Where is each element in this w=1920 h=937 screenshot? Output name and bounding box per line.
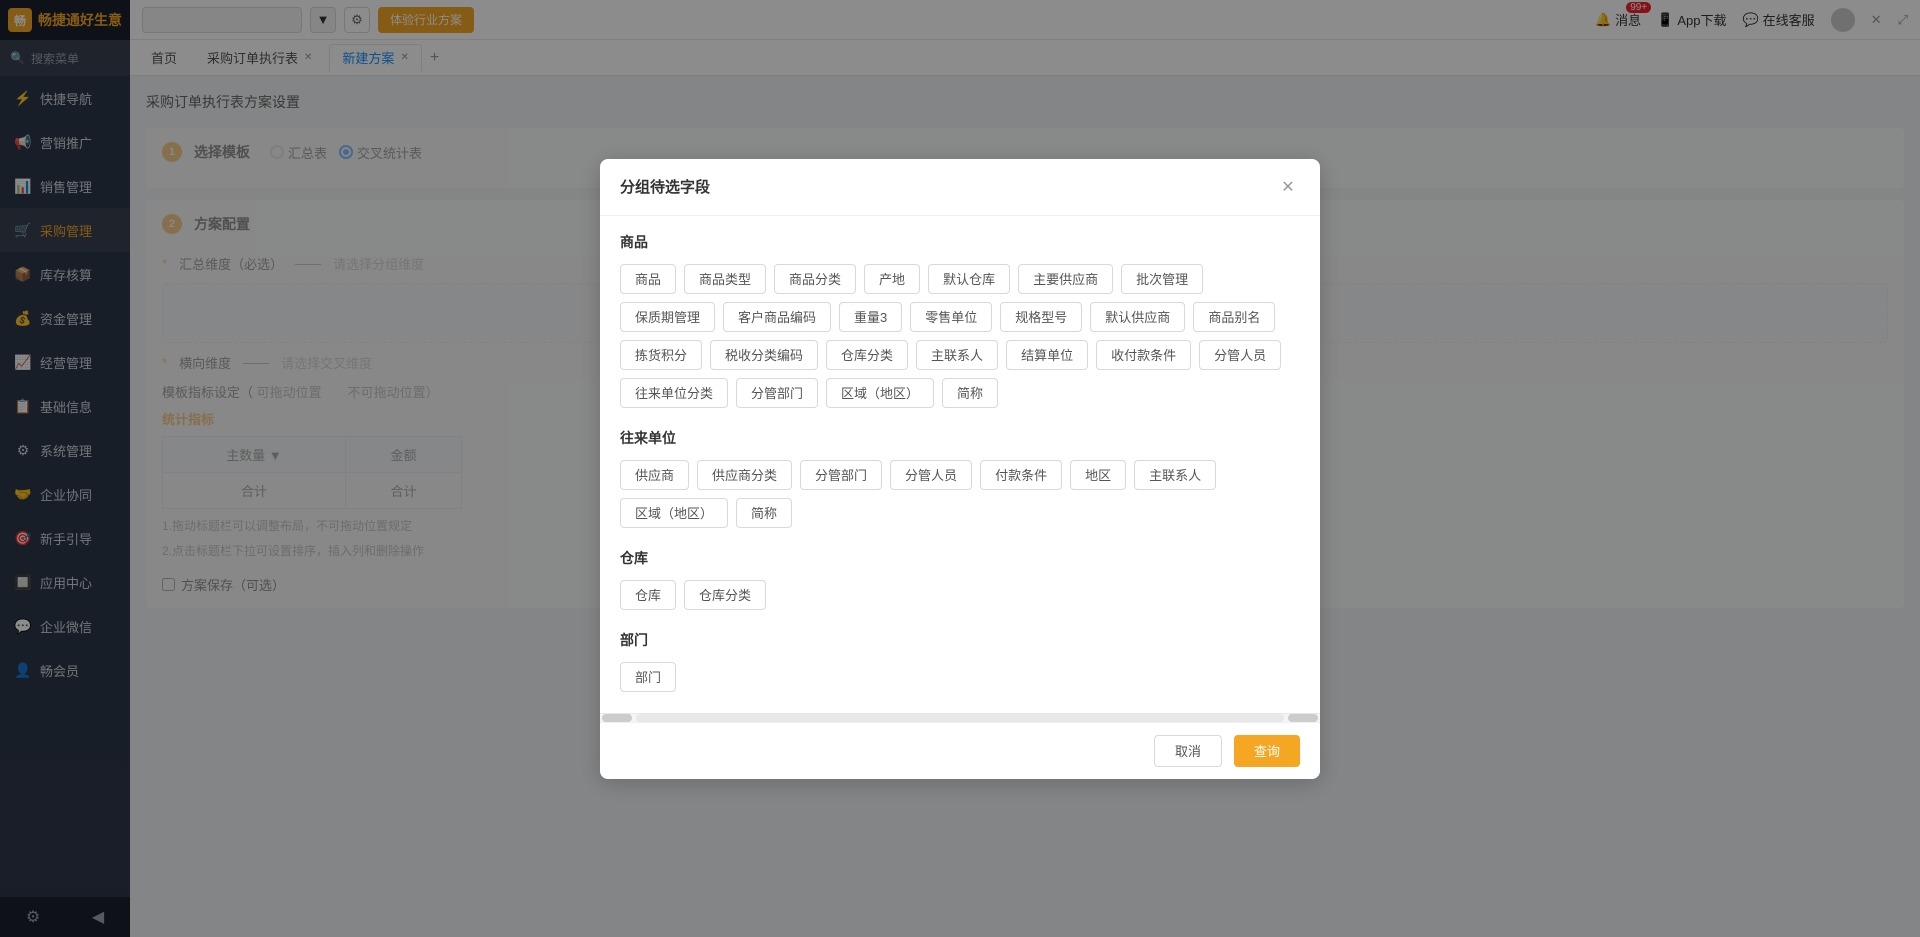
field-tag[interactable]: 区域（地区） (620, 498, 728, 528)
field-tag[interactable]: 往来单位分类 (620, 378, 728, 408)
modal-close-btn[interactable]: ✕ (1276, 175, 1300, 199)
field-tag[interactable]: 商品别名 (1193, 302, 1275, 332)
cancel-button[interactable]: 取消 (1154, 735, 1222, 767)
hscroll-track (636, 714, 1284, 722)
field-tag[interactable]: 重量3 (839, 302, 902, 332)
field-tag[interactable]: 供应商 (620, 460, 689, 490)
modal-footer: 取消 查询 (600, 722, 1320, 779)
section-goods-title: 商品 (620, 232, 1300, 252)
field-tag[interactable]: 仓库 (620, 580, 676, 610)
field-tag[interactable]: 规格型号 (1000, 302, 1082, 332)
section-department: 部门 部门 (620, 630, 1300, 692)
field-tag[interactable]: 产地 (864, 264, 920, 294)
field-tag[interactable]: 收付款条件 (1096, 340, 1191, 370)
modal-body[interactable]: 商品 商品 商品类型 商品分类 产地 默认仓库 主要供应商 批次管理 保质期管理… (600, 216, 1320, 713)
hscroll-left-indicator (602, 714, 632, 722)
section-department-tags: 部门 (620, 662, 1300, 692)
field-tag[interactable]: 简称 (736, 498, 792, 528)
field-tag[interactable]: 简称 (942, 378, 998, 408)
field-tag[interactable]: 分管人员 (890, 460, 972, 490)
field-tag[interactable]: 主联系人 (1134, 460, 1216, 490)
field-tag[interactable]: 默认供应商 (1090, 302, 1185, 332)
field-tag[interactable]: 默认仓库 (928, 264, 1010, 294)
field-tag[interactable]: 供应商分类 (697, 460, 792, 490)
field-tag[interactable]: 商品 (620, 264, 676, 294)
field-tag[interactable]: 主联系人 (916, 340, 998, 370)
section-goods: 商品 商品 商品类型 商品分类 产地 默认仓库 主要供应商 批次管理 保质期管理… (620, 232, 1300, 408)
section-partner: 往来单位 供应商 供应商分类 分管部门 分管人员 付款条件 地区 主联系人 区域… (620, 428, 1300, 528)
section-goods-tags: 商品 商品类型 商品分类 产地 默认仓库 主要供应商 批次管理 保质期管理 客户… (620, 264, 1300, 408)
field-tag[interactable]: 拣货积分 (620, 340, 702, 370)
hscroll-right-indicator (1288, 714, 1318, 722)
field-tag[interactable]: 主要供应商 (1018, 264, 1113, 294)
section-warehouse-title: 仓库 (620, 548, 1300, 568)
field-tag[interactable]: 零售单位 (910, 302, 992, 332)
confirm-button[interactable]: 查询 (1234, 735, 1300, 767)
section-department-title: 部门 (620, 630, 1300, 650)
field-tag[interactable]: 保质期管理 (620, 302, 715, 332)
field-tag[interactable]: 分管部门 (800, 460, 882, 490)
modal-title: 分组待选字段 (620, 176, 710, 197)
field-tag[interactable]: 税收分类编码 (710, 340, 818, 370)
field-select-modal: 分组待选字段 ✕ 商品 商品 商品类型 商品分类 产地 默认仓库 主要供应商 批… (600, 159, 1320, 779)
section-partner-tags: 供应商 供应商分类 分管部门 分管人员 付款条件 地区 主联系人 区域（地区） … (620, 460, 1300, 528)
section-warehouse: 仓库 仓库 仓库分类 (620, 548, 1300, 610)
field-tag[interactable]: 客户商品编码 (723, 302, 831, 332)
modal-header: 分组待选字段 ✕ (600, 159, 1320, 216)
field-tag[interactable]: 结算单位 (1006, 340, 1088, 370)
field-tag[interactable]: 付款条件 (980, 460, 1062, 490)
field-tag[interactable]: 商品类型 (684, 264, 766, 294)
section-partner-title: 往来单位 (620, 428, 1300, 448)
field-tag[interactable]: 区域（地区） (826, 378, 934, 408)
field-tag[interactable]: 地区 (1070, 460, 1126, 490)
field-tag[interactable]: 商品分类 (774, 264, 856, 294)
modal-horizontal-scrollbar[interactable] (600, 713, 1320, 722)
field-tag[interactable]: 分管部门 (736, 378, 818, 408)
field-tag[interactable]: 批次管理 (1121, 264, 1203, 294)
field-tag[interactable]: 分管人员 (1199, 340, 1281, 370)
field-tag[interactable]: 部门 (620, 662, 676, 692)
modal-overlay: 分组待选字段 ✕ 商品 商品 商品类型 商品分类 产地 默认仓库 主要供应商 批… (0, 0, 1920, 937)
field-tag[interactable]: 仓库分类 (684, 580, 766, 610)
section-warehouse-tags: 仓库 仓库分类 (620, 580, 1300, 610)
field-tag[interactable]: 仓库分类 (826, 340, 908, 370)
